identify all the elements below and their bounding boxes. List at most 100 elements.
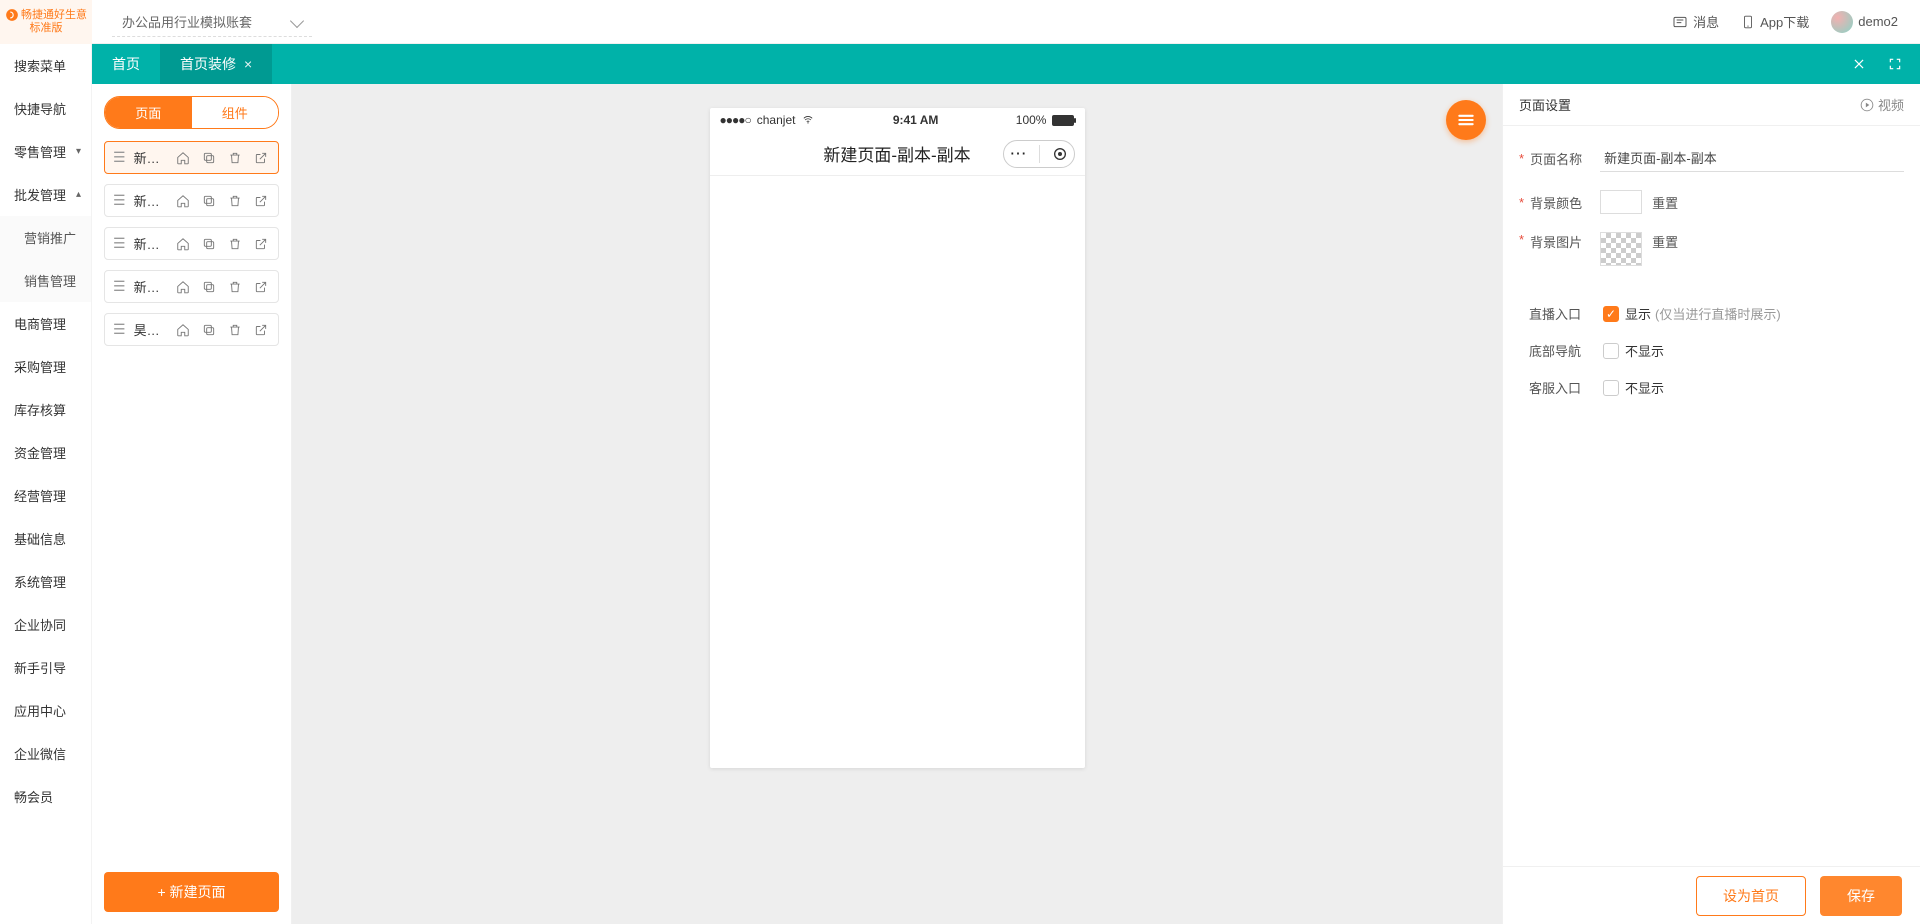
page-card[interactable]: ☰ 昊天文具店: [104, 313, 279, 346]
seg-component[interactable]: 组件: [192, 97, 279, 128]
tab-decor-label: 首页装修: [180, 54, 236, 74]
bgcolor-swatch[interactable]: [1600, 190, 1642, 214]
wifi-icon: [801, 115, 815, 125]
share-icon[interactable]: [252, 192, 270, 210]
bottomnav-checkbox[interactable]: [1603, 343, 1619, 359]
sidebar-item-4[interactable]: 营销推广: [0, 216, 91, 259]
page-card[interactable]: ☰新建页面-副本-副本: [104, 141, 279, 174]
page-card-title: 新建页面: [134, 234, 166, 253]
sidebar-item-14[interactable]: 新手引导: [0, 646, 91, 689]
share-icon[interactable]: [252, 149, 270, 167]
caret-down-icon: ▾: [76, 146, 81, 157]
phone-time: 9:41 AM: [893, 113, 939, 127]
chevron-down-icon: [290, 14, 304, 28]
delete-icon[interactable]: [226, 149, 244, 167]
sidebar-item-17[interactable]: 畅会员: [0, 775, 91, 818]
set-home-button[interactable]: 设为首页: [1696, 876, 1806, 916]
sidebar-item-label: 采购管理: [14, 357, 66, 376]
bottomnav-label: 底部导航: [1529, 341, 1603, 360]
capsule-more-icon: ⋯: [1010, 144, 1027, 164]
home-icon[interactable]: [174, 278, 192, 296]
delete-icon[interactable]: [226, 235, 244, 253]
tab-home-label: 首页: [112, 54, 140, 74]
save-button[interactable]: 保存: [1820, 876, 1902, 916]
sidebar-item-11[interactable]: 基础信息: [0, 517, 91, 560]
sidebar-item-5[interactable]: 销售管理: [0, 259, 91, 302]
video-link[interactable]: 视频: [1860, 95, 1904, 114]
copy-icon[interactable]: [200, 149, 218, 167]
sidebar-item-label: 零售管理: [14, 142, 66, 161]
home-icon[interactable]: [174, 235, 192, 253]
tab-decor[interactable]: 首页装修 ×: [160, 44, 272, 84]
drag-icon[interactable]: ☰: [113, 278, 126, 295]
sidebar-item-1[interactable]: 快捷导航: [0, 87, 91, 130]
page-name-input[interactable]: [1600, 144, 1904, 172]
account-select[interactable]: 办公品用行业模拟账套: [112, 7, 312, 37]
sidebar-item-13[interactable]: 企业协同: [0, 603, 91, 646]
sidebar-item-label: 库存核算: [14, 400, 66, 419]
sidebar-item-9[interactable]: 资金管理: [0, 431, 91, 474]
carrier-label: chanjet: [757, 113, 796, 127]
battery-icon: [1052, 115, 1074, 126]
copy-icon[interactable]: [200, 278, 218, 296]
delete-icon[interactable]: [226, 192, 244, 210]
bgimage-reset[interactable]: 重置: [1652, 232, 1678, 251]
app-download-link[interactable]: App下载: [1741, 12, 1809, 31]
delete-icon[interactable]: [226, 278, 244, 296]
bgcolor-reset[interactable]: 重置: [1652, 193, 1678, 212]
sidebar-item-12[interactable]: 系统管理: [0, 560, 91, 603]
cs-checkbox[interactable]: [1603, 380, 1619, 396]
share-icon[interactable]: [252, 235, 270, 253]
drag-icon[interactable]: ☰: [113, 149, 126, 166]
segmented-control: 页面 组件: [104, 96, 279, 129]
page-card-title: 昊天文具店: [134, 320, 166, 339]
sidebar-item-0[interactable]: 搜索菜单: [0, 44, 91, 87]
home-icon[interactable]: [174, 149, 192, 167]
bottomnav-text: 不显示: [1625, 341, 1664, 360]
sidebar-item-2[interactable]: 零售管理 ▾: [0, 130, 91, 173]
copy-icon[interactable]: [200, 321, 218, 339]
sidebar-item-15[interactable]: 应用中心: [0, 689, 91, 732]
tab-home[interactable]: 首页: [92, 44, 160, 84]
page-card[interactable]: ☰新建页面: [104, 270, 279, 303]
sidebar-item-6[interactable]: 电商管理: [0, 302, 91, 345]
live-checkbox[interactable]: ✓: [1603, 306, 1619, 322]
miniprogram-capsule[interactable]: ⋯: [1003, 140, 1075, 168]
drag-icon[interactable]: ☰: [113, 192, 126, 209]
user-menu[interactable]: demo2: [1831, 11, 1898, 33]
home-icon[interactable]: [174, 321, 192, 339]
app-download-label: App下载: [1760, 12, 1809, 31]
messages-link[interactable]: 消息: [1672, 12, 1719, 31]
seg-page[interactable]: 页面: [105, 97, 192, 128]
copy-icon[interactable]: [200, 192, 218, 210]
sidebar-item-8[interactable]: 库存核算: [0, 388, 91, 431]
sidebar-item-label: 基础信息: [14, 529, 66, 548]
close-icon[interactable]: ×: [244, 56, 252, 72]
tabstrip-fullscreen-button[interactable]: [1884, 53, 1906, 75]
page-card[interactable]: ☰ 新建页面: [104, 227, 279, 260]
account-select-label: 办公品用行业模拟账套: [122, 12, 252, 31]
share-icon[interactable]: [252, 278, 270, 296]
bgimage-swatch[interactable]: [1600, 232, 1642, 266]
sidebar-item-3[interactable]: 批发管理▴: [0, 173, 91, 216]
share-icon[interactable]: [252, 321, 270, 339]
message-icon: [1672, 14, 1688, 30]
tabstrip: 首页 首页装修 ×: [92, 44, 1920, 84]
home-icon[interactable]: [174, 192, 192, 210]
sidebar-item-16[interactable]: 企业微信: [0, 732, 91, 775]
drag-icon[interactable]: ☰: [113, 321, 126, 338]
sidebar-item-label: 资金管理: [14, 443, 66, 462]
page-card[interactable]: ☰新建页面-副本: [104, 184, 279, 217]
new-page-button[interactable]: + 新建页面: [104, 872, 279, 912]
sidebar-item-label: 批发管理: [14, 185, 66, 204]
canvas-menu-fab[interactable]: [1446, 100, 1486, 140]
sidebar-item-10[interactable]: 经营管理: [0, 474, 91, 517]
tabstrip-close-button[interactable]: [1848, 53, 1870, 75]
drag-icon[interactable]: ☰: [113, 235, 126, 252]
delete-icon[interactable]: [226, 321, 244, 339]
sidebar-item-7[interactable]: 采购管理: [0, 345, 91, 388]
copy-icon[interactable]: [200, 235, 218, 253]
topbar-right: 消息 App下载 demo2: [1672, 11, 1920, 33]
menu-icon: [1456, 110, 1476, 130]
sidebar-item-label: 系统管理: [14, 572, 66, 591]
